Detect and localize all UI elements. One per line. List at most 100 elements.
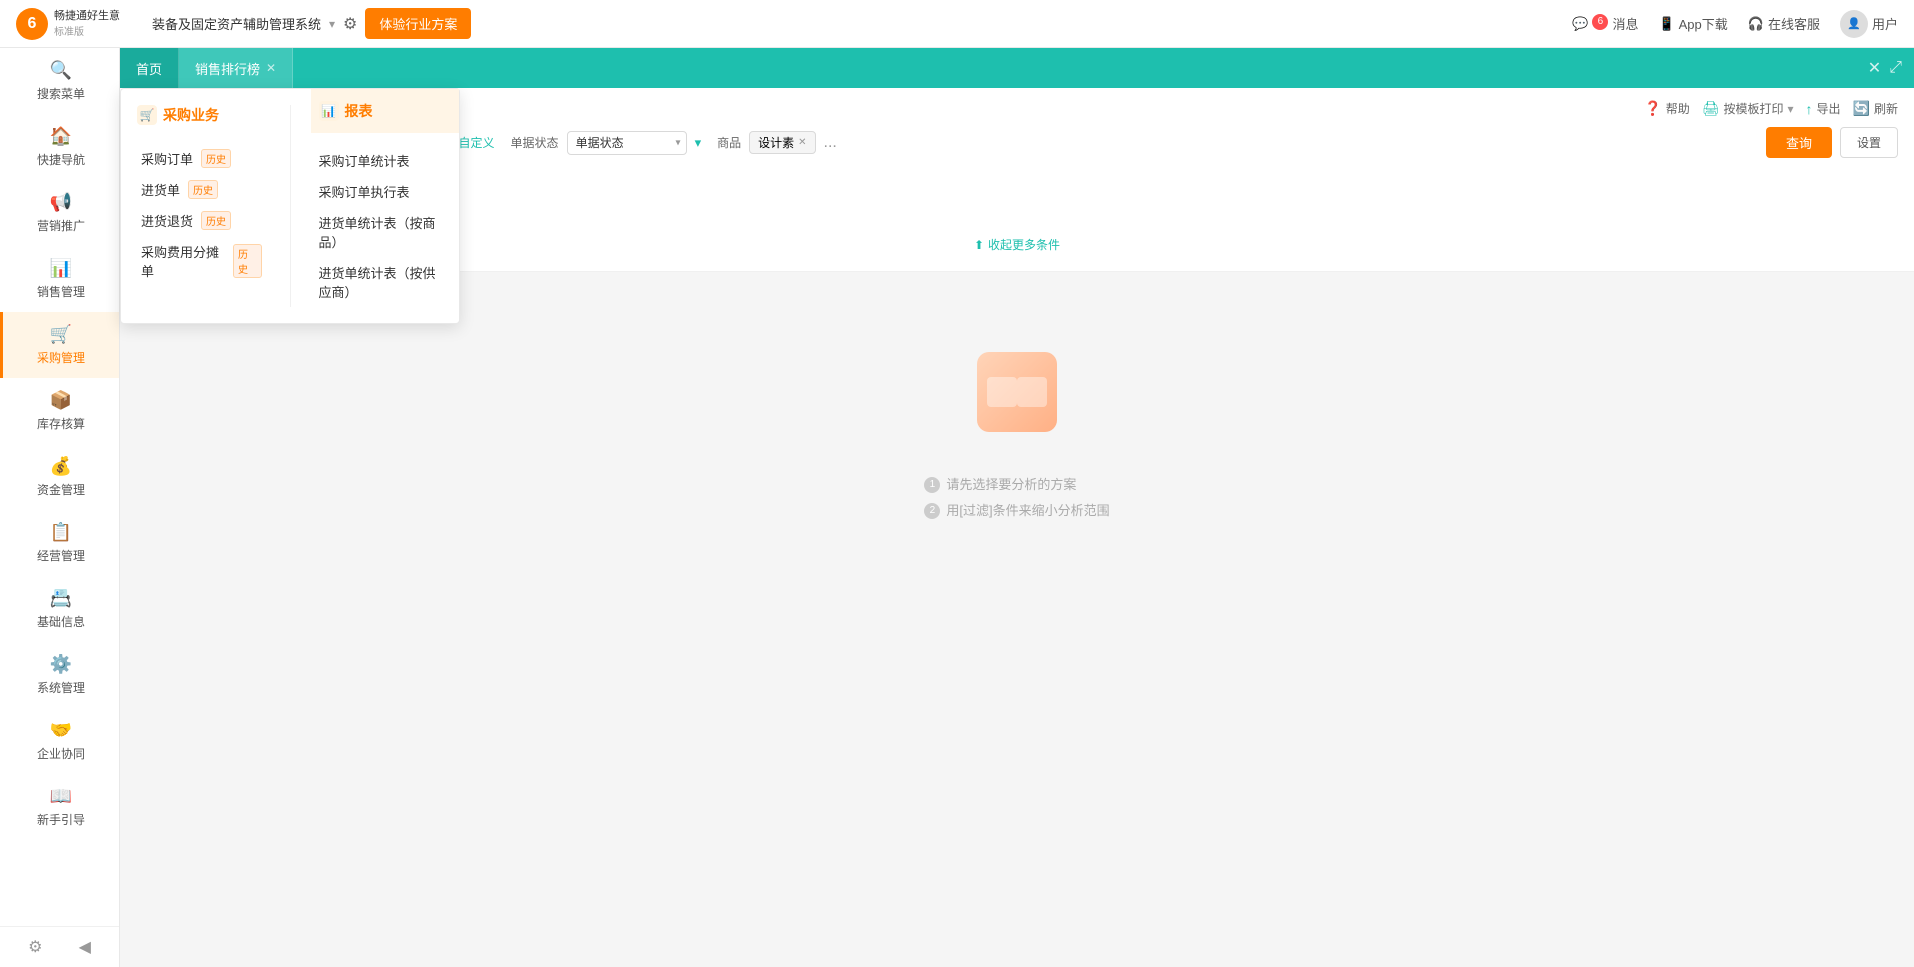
- help-label: 帮助: [1666, 100, 1690, 117]
- tab-right: ✕ ⤢: [1868, 58, 1914, 78]
- sidebar-label-marketing: 营销推广: [37, 217, 85, 234]
- sidebar-item-guide[interactable]: 📖 新手引导: [0, 774, 119, 840]
- home-icon: 🏠: [50, 126, 72, 147]
- sidebar-item-inventory[interactable]: 📦 库存核算: [0, 378, 119, 444]
- purchase-column: 🛒 采购业务 采购订单 历史 进货单 历史 进货退货 历史 采购费用分摊单 历史: [137, 105, 266, 307]
- history-tag-2: 历史: [201, 211, 231, 230]
- marketing-icon: 📢: [50, 192, 72, 213]
- notification-item[interactable]: 💬 6 消息: [1572, 14, 1638, 33]
- report-4-label: 进货单统计表（按供应商）: [319, 263, 440, 301]
- search-icon: 🔍: [50, 60, 72, 81]
- menu-divider: [290, 105, 291, 307]
- sidebar-label-quicknav: 快捷导航: [37, 151, 85, 168]
- purchase-col-icon: 🛒: [137, 105, 157, 125]
- top-center: 装备及固定资产辅助管理系统 ▾ ⚙ 体验行业方案: [136, 8, 1572, 39]
- sidebar-label-basic: 基础信息: [37, 613, 85, 630]
- toolbar-right: ❓ 帮助 🖨 按模板打印 ▾ ↑ 导出 🔄: [1644, 100, 1898, 117]
- sidebar-item-marketing[interactable]: 📢 营销推广: [0, 180, 119, 246]
- status-select[interactable]: 单据状态: [567, 131, 687, 155]
- menu-item-return[interactable]: 进货退货 历史: [137, 205, 266, 236]
- sidebar-label-purchase: 采购管理: [37, 349, 85, 366]
- top-bar: 6 畅捷通好生意 标准版 装备及固定资产辅助管理系统 ▾ ⚙ 体验行业方案 💬 …: [0, 0, 1914, 48]
- menu-item-incoming[interactable]: 进货单 历史: [137, 174, 266, 205]
- sidebar-label-operations: 经营管理: [37, 547, 85, 564]
- operations-icon: 📋: [50, 522, 72, 543]
- user-label: 用户: [1872, 14, 1898, 33]
- tab-sales-rank-label: 销售排行榜: [195, 59, 260, 78]
- logo-icon: 6: [16, 8, 48, 40]
- app-download-item[interactable]: 📱 App下载: [1658, 14, 1727, 33]
- dropdown-arrow-icon[interactable]: ▾: [329, 17, 335, 31]
- print-button[interactable]: 🖨 按模板打印 ▾: [1702, 100, 1794, 117]
- tab-close-icon[interactable]: ✕: [266, 61, 276, 75]
- menu-item-report-3[interactable]: 进货单统计表（按商品）: [315, 207, 444, 257]
- inventory-icon: 📦: [50, 390, 72, 411]
- online-service-item[interactable]: 🎧 在线客服: [1748, 14, 1820, 33]
- incoming-label: 进货单: [141, 180, 180, 199]
- sidebar-item-sales[interactable]: 📊 销售管理: [0, 246, 119, 312]
- goods-dots-button[interactable]: ...: [824, 134, 837, 152]
- guide-icon: 📖: [50, 786, 72, 807]
- tab-home-label: 首页: [136, 59, 162, 78]
- tab-close-right-icon[interactable]: ✕: [1868, 58, 1881, 78]
- sidebar-label-guide: 新手引导: [37, 811, 85, 828]
- print-dropdown-icon[interactable]: ▾: [1788, 102, 1794, 116]
- menu-item-expense[interactable]: 采购费用分摊单 历史: [137, 236, 266, 286]
- history-tag-0: 历史: [201, 149, 231, 168]
- basic-icon: 📇: [50, 588, 72, 609]
- logo-area: 6 畅捷通好生意 标准版: [16, 8, 136, 40]
- sidebar-item-search[interactable]: 🔍 搜索菜单: [0, 48, 119, 114]
- settings-button[interactable]: 设置: [1840, 127, 1898, 158]
- sidebar-item-enterprise[interactable]: 🤝 企业协同: [0, 708, 119, 774]
- bottom-settings-icon[interactable]: ⚙: [28, 937, 42, 957]
- sidebar-label-inventory: 库存核算: [37, 415, 85, 432]
- tab-bar: 首页 销售排行榜 ✕ ✕ ⤢: [120, 48, 1914, 88]
- system-icon: ⚙️: [50, 654, 72, 675]
- user-item[interactable]: 👤 用户: [1840, 10, 1898, 38]
- help-button[interactable]: ❓ 帮助: [1644, 100, 1689, 117]
- enterprise-icon: 🤝: [50, 720, 72, 741]
- collapse-arrow-icon: ⬆: [974, 238, 984, 252]
- goods-tag-close-icon[interactable]: ✕: [798, 137, 806, 148]
- tab-maximize-icon[interactable]: ⤢: [1889, 59, 1902, 77]
- sidebar-item-quicknav[interactable]: 🏠 快捷导航: [0, 114, 119, 180]
- sidebar-bottom: ⚙ ◀: [0, 926, 119, 967]
- menu-item-report-2[interactable]: 采购订单执行表: [315, 176, 444, 207]
- collapse-label: 收起更多条件: [988, 236, 1060, 253]
- sidebar-item-operations[interactable]: 📋 经营管理: [0, 510, 119, 576]
- sidebar: 🔍 搜索菜单 🏠 快捷导航 📢 营销推广 📊 销售管理 🛒 采购管理 📦 库存核…: [0, 48, 120, 967]
- purchase-title-text: 采购业务: [163, 105, 219, 125]
- status-label: 单据状态: [511, 134, 559, 151]
- tab-sales-rank[interactable]: 销售排行榜 ✕: [179, 48, 293, 88]
- goods-label: 商品: [717, 134, 741, 151]
- purchase-order-label: 采购订单: [141, 149, 193, 168]
- sidebar-item-system[interactable]: ⚙️ 系统管理: [0, 642, 119, 708]
- date-preset-custom[interactable]: 自定义: [459, 134, 495, 151]
- reports-column: 📊 报表 采购订单统计表 采购订单执行表 进货单统计表（按商品） 进货单统计表（…: [315, 105, 444, 307]
- tab-home[interactable]: 首页: [120, 48, 179, 88]
- menu-item-report-4[interactable]: 进货单统计表（按供应商）: [315, 257, 444, 307]
- query-button[interactable]: 查询: [1766, 127, 1832, 158]
- bottom-collapse-icon[interactable]: ◀: [79, 937, 91, 957]
- avatar: 👤: [1840, 10, 1868, 38]
- menu-item-report-1[interactable]: 采购订单统计表: [315, 145, 444, 176]
- refresh-label: 刷新: [1874, 100, 1898, 117]
- sidebar-item-basic[interactable]: 📇 基础信息: [0, 576, 119, 642]
- reports-col-icon: 📊: [319, 101, 339, 121]
- sidebar-item-purchase[interactable]: 🛒 采购管理: [0, 312, 119, 378]
- menu-item-purchase-order[interactable]: 采购订单 历史: [137, 143, 266, 174]
- export-label: 导出: [1817, 100, 1841, 117]
- sidebar-label-system: 系统管理: [37, 679, 85, 696]
- logo-text: 畅捷通好生意: [54, 9, 120, 23]
- settings-icon[interactable]: ⚙: [343, 14, 357, 34]
- status-dropdown-icon[interactable]: ▾: [695, 135, 702, 151]
- finance-icon: 💰: [50, 456, 72, 477]
- empty-text: 1 请先选择要分析的方案 2 用[过滤]条件来缩小分析范围: [924, 472, 1109, 524]
- industry-button[interactable]: 体验行业方案: [365, 8, 471, 39]
- sidebar-item-finance[interactable]: 💰 资金管理: [0, 444, 119, 510]
- refresh-button[interactable]: 🔄 刷新: [1853, 100, 1898, 117]
- print-label: 按模板打印: [1723, 100, 1783, 117]
- export-button[interactable]: ↑ 导出: [1806, 100, 1841, 117]
- refresh-icon: 🔄: [1853, 100, 1870, 117]
- empty-icon-area: [967, 352, 1067, 452]
